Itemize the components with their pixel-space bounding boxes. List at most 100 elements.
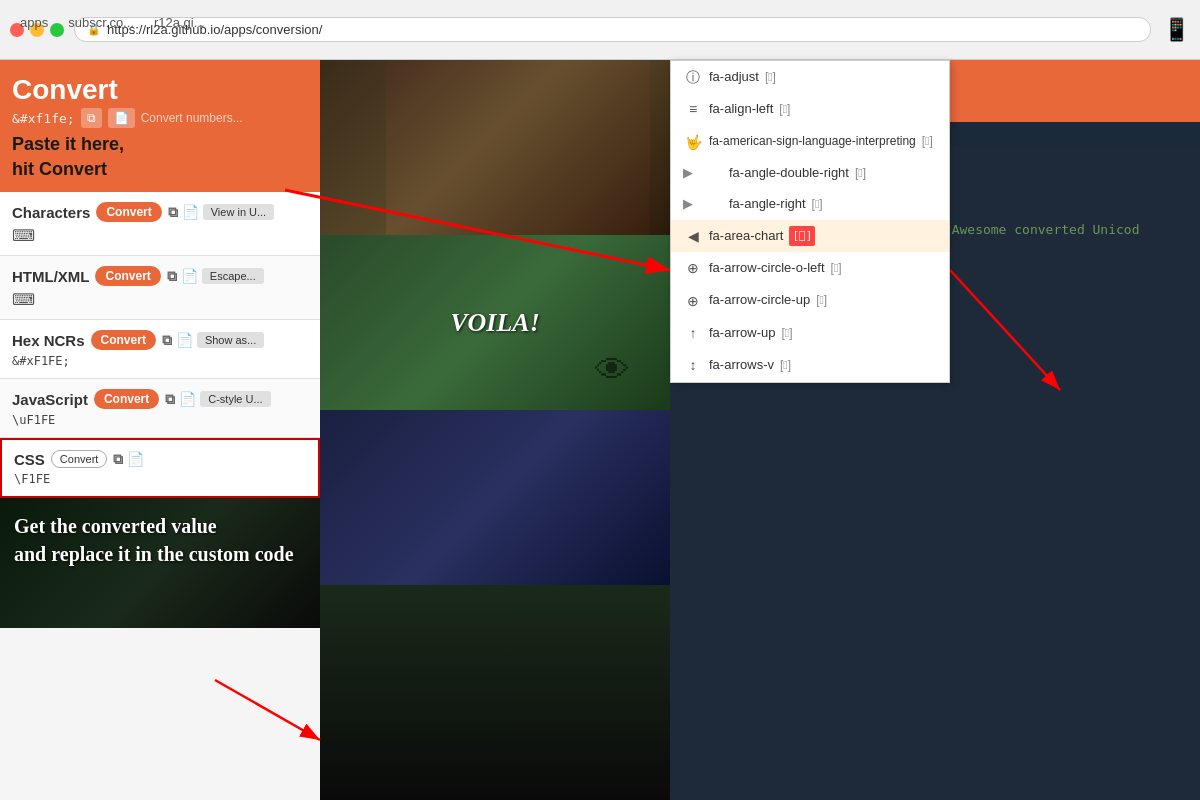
section-css: CSS Convert ⧉ 📄 \F1FE [0,438,320,498]
css-icons: ⧉ 📄 [113,451,144,468]
dropdown-item-fa-align-left[interactable]: ≡ fa-align-left [] [671,93,949,125]
convert-hint: Paste it here, hit Convert [12,132,308,182]
fa-arrow-circle-o-left-icon: ⊕ [683,257,703,279]
fa-arrow-circle-o-left-code: [] [831,259,842,278]
fa-arrow-circle-o-left-label: fa-arrow-circle-o-left [709,258,825,279]
fa-angle-double-right-label: fa-angle-double-right [729,163,849,184]
bg-section-3 [320,410,670,585]
file-input-button[interactable]: 📄 [108,108,135,128]
htmlxml-escape-button[interactable]: Escape... [202,268,264,284]
section-characters: Characters Convert ⧉ 📄 View in U... ⌨ [0,192,320,256]
tab-3[interactable]: r12a.gi... [154,15,205,30]
voila-text: VOILA! [450,308,540,338]
middle-background: VOILA! 👁 [320,60,670,800]
javascript-convert-button[interactable]: Convert [94,389,159,409]
fa-align-left-code: [] [779,100,790,119]
javascript-cstyle-button[interactable]: C-style U... [200,391,270,407]
fa-arrows-v-label: fa-arrows-v [709,355,774,376]
dropdown-item-fa-arrow-circle-up[interactable]: ⊕ fa-arrow-circle-up [] [671,285,949,317]
bg-section-4 [320,585,670,800]
fa-align-left-label: fa-align-left [709,99,773,120]
hexncrs-convert-button[interactable]: Convert [91,330,156,350]
expand-arrow-1: ▶ [683,163,693,184]
dropdown-item-fa-adjust[interactable]: ⓘ fa-adjust [] [671,61,949,93]
fa-adjust-icon: ⓘ [683,66,703,88]
bottom-hint-text: Get the converted value and replace it i… [0,498,320,582]
convert-title: Convert [12,74,118,106]
characters-title: Characters [12,204,90,221]
fa-arrow-circle-up-label: fa-arrow-circle-up [709,290,810,311]
bg-section-2: VOILA! 👁 [320,235,670,410]
convert-numbers-label: Convert numbers... [141,111,243,125]
fa-angle-right-label: fa-angle-right [729,194,806,215]
fa-angle-right-code: [] [812,195,823,214]
fa-arrow-circle-up-icon: ⊕ [683,290,703,312]
fa-arrows-v-icon: ↕ [683,354,703,376]
convert-header: Convert &#xf1fe; ⧉ 📄 Convert numbers... … [0,60,320,192]
fa-arrows-v-code: [] [780,356,791,375]
javascript-title: JavaScript [12,391,88,408]
eye-icon: 👁 [595,350,630,390]
htmlxml-icons: ⧉ 📄 Escape... [167,268,264,285]
htmlxml-convert-button[interactable]: Convert [95,266,160,286]
address-bar[interactable]: 🔒 https://rl2a.github.io/apps/conversion… [74,17,1151,42]
dropdown-item-fa-asl[interactable]: 🤟 fa-american-sign-language-interpreting… [671,126,949,158]
characters-icons: ⧉ 📄 View in U... [168,204,274,221]
css-value: \F1FE [14,472,306,486]
dropdown-item-fa-angle-double-right[interactable]: ▶ fa-angle-double-right [] [671,158,949,189]
tab-1[interactable]: apps [20,15,48,30]
javascript-copy-icon[interactable]: ⧉ [165,391,175,408]
bottom-hint-line1: Get the converted value [14,512,306,540]
hexncrs-copy-icon[interactable]: ⧉ [162,332,172,349]
bottom-hint-area: Get the converted value and replace it i… [0,498,320,628]
css-file-icon[interactable]: 📄 [127,451,144,467]
expand-arrow-2: ▶ [683,194,693,215]
fa-adjust-code: [] [765,68,776,87]
hint-line1: Paste it here, [12,134,124,154]
javascript-label: JavaScript Convert ⧉ 📄 C-style U... [12,389,308,409]
hexncrs-label: Hex NCRs Convert ⧉ 📄 Show as... [12,330,308,350]
fa-arrow-up-label: fa-arrow-up [709,323,775,344]
fa-arrow-up-icon: ↑ [683,322,703,344]
htmlxml-copy-icon[interactable]: ⧉ [167,268,177,285]
dropdown-item-fa-arrow-circle-o-left[interactable]: ⊕ fa-arrow-circle-o-left [] [671,252,949,284]
fa-asl-code: [] [922,132,933,151]
characters-file-icon[interactable]: 📄 [182,204,199,220]
javascript-icons: ⧉ 📄 C-style U... [165,391,270,408]
fa-adjust-label: fa-adjust [709,67,759,88]
htmlxml-file-icon[interactable]: 📄 [181,268,198,284]
fa-align-left-icon: ≡ [683,98,703,120]
dropdown-item-fa-arrows-v[interactable]: ↕ fa-arrows-v [] [671,349,949,381]
css-title: CSS [14,451,45,468]
hexncrs-icons: ⧉ 📄 Show as... [162,332,264,349]
dropdown-overlay: ⓘ fa-adjust [] ≡ fa-align-left [] 🤟 fa… [670,60,950,383]
bottom-hint-line2: and replace it in the custom code [14,540,306,568]
section-javascript: JavaScript Convert ⧉ 📄 C-style U... \uF1… [0,379,320,438]
section-htmlxml: HTML/XML Convert ⧉ 📄 Escape... ⌨ [0,256,320,320]
fa-asl-label: fa-american-sign-language-interpreting [709,132,916,151]
fa-area-chart-code: [] [789,226,815,246]
fa-arrow-up-code: [] [781,324,792,343]
copy-input-button[interactable]: ⧉ [81,108,102,128]
fa-angle-double-right-code: [] [855,164,866,183]
dropdown-item-fa-arrow-up[interactable]: ↑ fa-arrow-up [] [671,317,949,349]
hexncrs-file-icon[interactable]: 📄 [176,332,193,348]
css-copy-icon[interactable]: ⧉ [113,451,123,468]
hexncrs-show-button[interactable]: Show as... [197,332,264,348]
css-convert-button[interactable]: Convert [51,450,108,468]
javascript-file-icon[interactable]: 📄 [179,391,196,407]
convert-toolbar: &#xf1fe; ⧉ 📄 Convert numbers... [12,108,308,128]
htmlxml-kbd-icon: ⌨ [12,290,308,309]
bg-section-1 [320,60,670,235]
characters-copy-icon[interactable]: ⧉ [168,204,178,221]
characters-convert-button[interactable]: Convert [96,202,161,222]
javascript-value: \uF1FE [12,413,308,427]
left-panel: Convert &#xf1fe; ⧉ 📄 Convert numbers... … [0,60,320,800]
hint-line2: hit Convert [12,159,107,179]
css-label: CSS Convert ⧉ 📄 [14,450,306,468]
tab-2[interactable]: subscr.co... [68,15,134,30]
characters-view-button[interactable]: View in U... [203,204,274,220]
mobile-icon: 📱 [1163,17,1190,43]
dropdown-item-fa-area-chart[interactable]: ◀ fa-area-chart [] [671,220,949,252]
dropdown-item-fa-angle-right[interactable]: ▶ fa-angle-right [] [671,189,949,220]
